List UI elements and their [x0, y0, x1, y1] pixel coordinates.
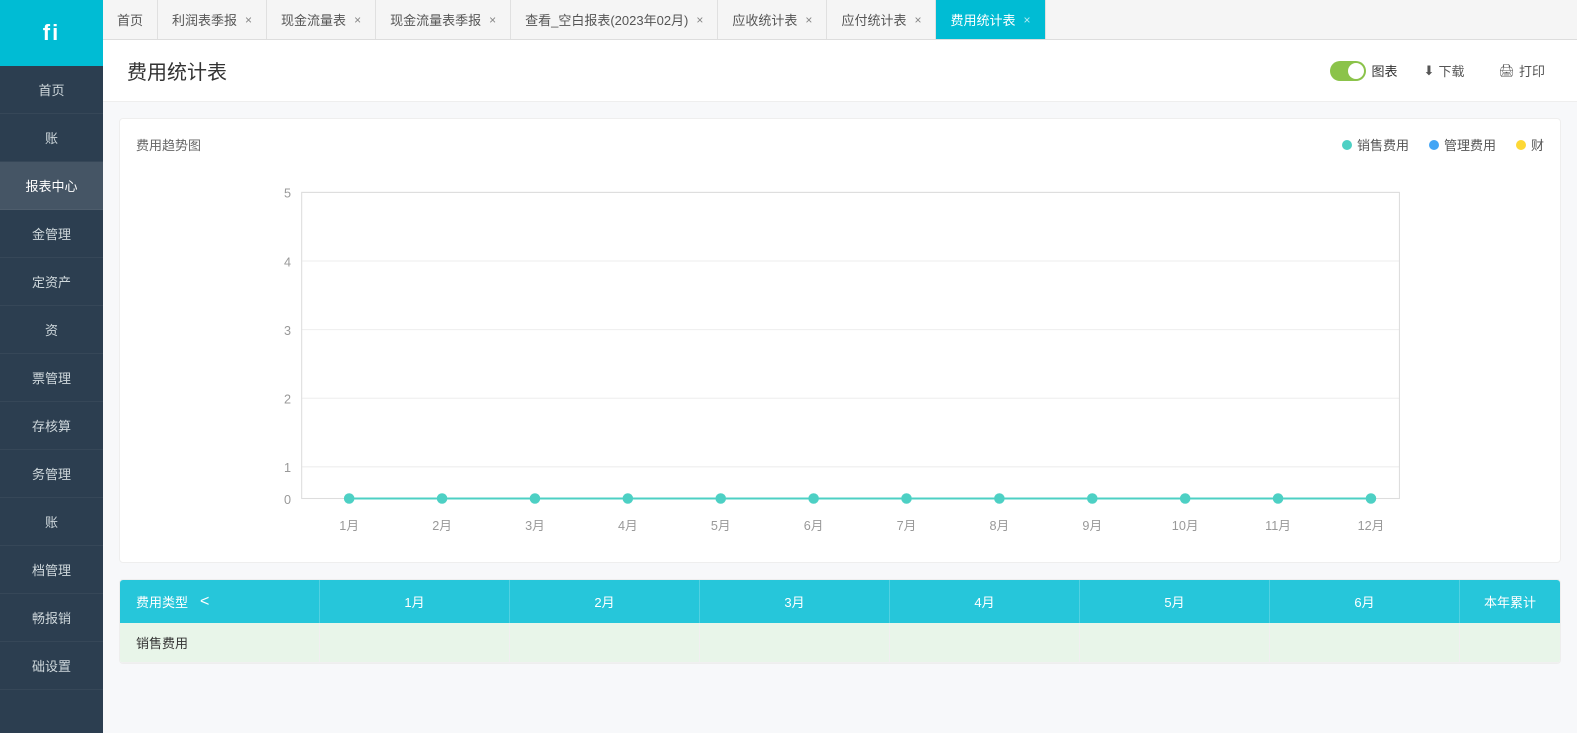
svg-text:10月: 10月: [1172, 519, 1199, 533]
tab-profit-quarterly[interactable]: 利润表季报 ×: [158, 0, 267, 39]
svg-text:9月: 9月: [1082, 519, 1102, 533]
svg-text:5月: 5月: [711, 519, 731, 533]
tab-close-cashflow-quarterly[interactable]: ×: [489, 13, 496, 27]
tab-home[interactable]: 首页: [103, 0, 158, 39]
svg-text:4月: 4月: [618, 519, 638, 533]
table-cell-sales-total: [1460, 623, 1560, 662]
sidebar-item-settings[interactable]: 础设置: [0, 642, 103, 690]
tab-cashflow-quarterly[interactable]: 现金流量表季报 ×: [376, 0, 511, 39]
print-icon: 🖨: [1498, 63, 1515, 79]
sidebar: fi 首页 账 报表中心 金管理 定资产 资 票管理 存核算 务管理 账 档管理…: [0, 0, 103, 733]
table-col-month-2: 2月: [510, 580, 700, 623]
sidebar-item-service[interactable]: 务管理: [0, 450, 103, 498]
table-col-month-3: 3月: [700, 580, 890, 623]
table-col-month-6: 6月: [1270, 580, 1460, 623]
table-col-month-5: 5月: [1080, 580, 1270, 623]
svg-text:1: 1: [284, 461, 291, 475]
table-col-month-4: 4月: [890, 580, 1080, 623]
download-button[interactable]: ⬇ 下载: [1416, 57, 1473, 84]
sidebar-item-assets[interactable]: 定资产: [0, 258, 103, 306]
table-col-total-header: 本年累计: [1460, 580, 1560, 623]
page-header: 费用统计表 图表 ⬇ 下载 🖨 打印: [103, 40, 1577, 102]
table-cell-sales-m4: [890, 623, 1080, 662]
tab-close-receivable[interactable]: ×: [805, 13, 812, 27]
svg-text:1月: 1月: [339, 519, 359, 533]
tab-blank-report[interactable]: 查看_空白报表(2023年02月) ×: [511, 0, 718, 39]
svg-text:0: 0: [284, 493, 291, 507]
tab-expense-stats[interactable]: 费用统计表 ×: [936, 0, 1045, 39]
svg-text:11月: 11月: [1265, 519, 1291, 533]
chart-title: 费用趋势图: [136, 135, 201, 154]
tab-bar: 首页 利润表季报 × 现金流量表 × 现金流量表季报 × 查看_空白报表(202…: [103, 0, 1577, 40]
tab-close-blank-report[interactable]: ×: [696, 13, 703, 27]
legend-dot-sales: [1342, 140, 1352, 150]
chart-legend: 销售费用 管理费用 财: [1342, 135, 1544, 154]
header-actions: 图表 ⬇ 下载 🖨 打印: [1330, 57, 1553, 84]
legend-dot-finance: [1516, 140, 1526, 150]
svg-text:3: 3: [284, 324, 291, 338]
sidebar-item-home[interactable]: 首页: [0, 66, 103, 114]
legend-label-admin: 管理费用: [1444, 135, 1496, 154]
sidebar-item-capital[interactable]: 资: [0, 306, 103, 354]
legend-finance: 财: [1516, 135, 1544, 154]
svg-text:3月: 3月: [525, 519, 545, 533]
tab-receivable[interactable]: 应收统计表 ×: [718, 0, 827, 39]
sidebar-item-account[interactable]: 账: [0, 114, 103, 162]
download-icon: ⬇: [1424, 63, 1435, 79]
content-area: 费用统计表 图表 ⬇ 下载 🖨 打印 费用趋势图: [103, 40, 1577, 733]
sidebar-item-archive[interactable]: 档管理: [0, 546, 103, 594]
legend-admin: 管理费用: [1429, 135, 1496, 154]
chart-section: 费用趋势图 销售费用 管理费用 财: [119, 118, 1561, 563]
table-cell-sales-m6: [1270, 623, 1460, 662]
legend-sales: 销售费用: [1342, 135, 1409, 154]
chart-svg: 5 4 3 2 1 0 1月 2月: [136, 166, 1544, 546]
svg-text:5: 5: [284, 187, 291, 201]
tab-payable[interactable]: 应付统计表 ×: [827, 0, 936, 39]
tab-close-payable[interactable]: ×: [914, 13, 921, 27]
table-cell-sales-m1: [320, 623, 510, 662]
tab-close-profit-quarterly[interactable]: ×: [245, 13, 252, 27]
legend-label-sales: 销售费用: [1357, 135, 1409, 154]
table-cell-sales-m5: [1080, 623, 1270, 662]
chart-toggle[interactable]: [1330, 61, 1366, 81]
sidebar-item-expense[interactable]: 畅报销: [0, 594, 103, 642]
legend-dot-admin: [1429, 140, 1439, 150]
table-col-type-header: 费用类型 <: [120, 580, 320, 623]
svg-text:2: 2: [284, 393, 291, 407]
table-section: 费用类型 < 1月 2月 3月 4月 5月 6月 本年累计 销售费用: [119, 579, 1561, 664]
svg-text:7月: 7月: [897, 519, 917, 533]
tab-close-expense-stats[interactable]: ×: [1023, 13, 1030, 27]
page-title: 费用统计表: [127, 56, 227, 85]
toggle-label: 图表: [1372, 61, 1398, 80]
sidebar-item-invoice[interactable]: 票管理: [0, 354, 103, 402]
table-cell-sales-m2: [510, 623, 700, 662]
table-nav-prev[interactable]: <: [196, 593, 213, 611]
sidebar-logo: fi: [0, 0, 103, 66]
print-button[interactable]: 🖨 打印: [1490, 57, 1553, 84]
legend-label-finance: 财: [1531, 135, 1544, 154]
svg-text:12月: 12月: [1358, 519, 1385, 533]
sidebar-item-inventory[interactable]: 存核算: [0, 402, 103, 450]
table-header-row: 费用类型 < 1月 2月 3月 4月 5月 6月 本年累计: [120, 580, 1560, 623]
svg-text:2月: 2月: [432, 519, 452, 533]
table-cell-type-sales: 销售费用: [120, 623, 320, 662]
tab-close-cashflow[interactable]: ×: [354, 13, 361, 27]
chart-header: 费用趋势图 销售费用 管理费用 财: [136, 135, 1544, 154]
sidebar-item-finance[interactable]: 金管理: [0, 210, 103, 258]
table-cell-sales-m3: [700, 623, 890, 662]
chart-canvas: 5 4 3 2 1 0 1月 2月: [136, 166, 1544, 546]
table-row-sales: 销售费用: [120, 623, 1560, 663]
chart-toggle-wrap: 图表: [1330, 61, 1398, 81]
svg-text:4: 4: [284, 255, 291, 269]
sidebar-item-reports[interactable]: 报表中心: [0, 162, 103, 210]
table-col-month-1: 1月: [320, 580, 510, 623]
tab-cashflow[interactable]: 现金流量表 ×: [267, 0, 376, 39]
svg-text:8月: 8月: [990, 519, 1010, 533]
svg-text:6月: 6月: [804, 519, 824, 533]
sidebar-item-ledger[interactable]: 账: [0, 498, 103, 546]
main-area: 首页 利润表季报 × 现金流量表 × 现金流量表季报 × 查看_空白报表(202…: [103, 0, 1577, 733]
